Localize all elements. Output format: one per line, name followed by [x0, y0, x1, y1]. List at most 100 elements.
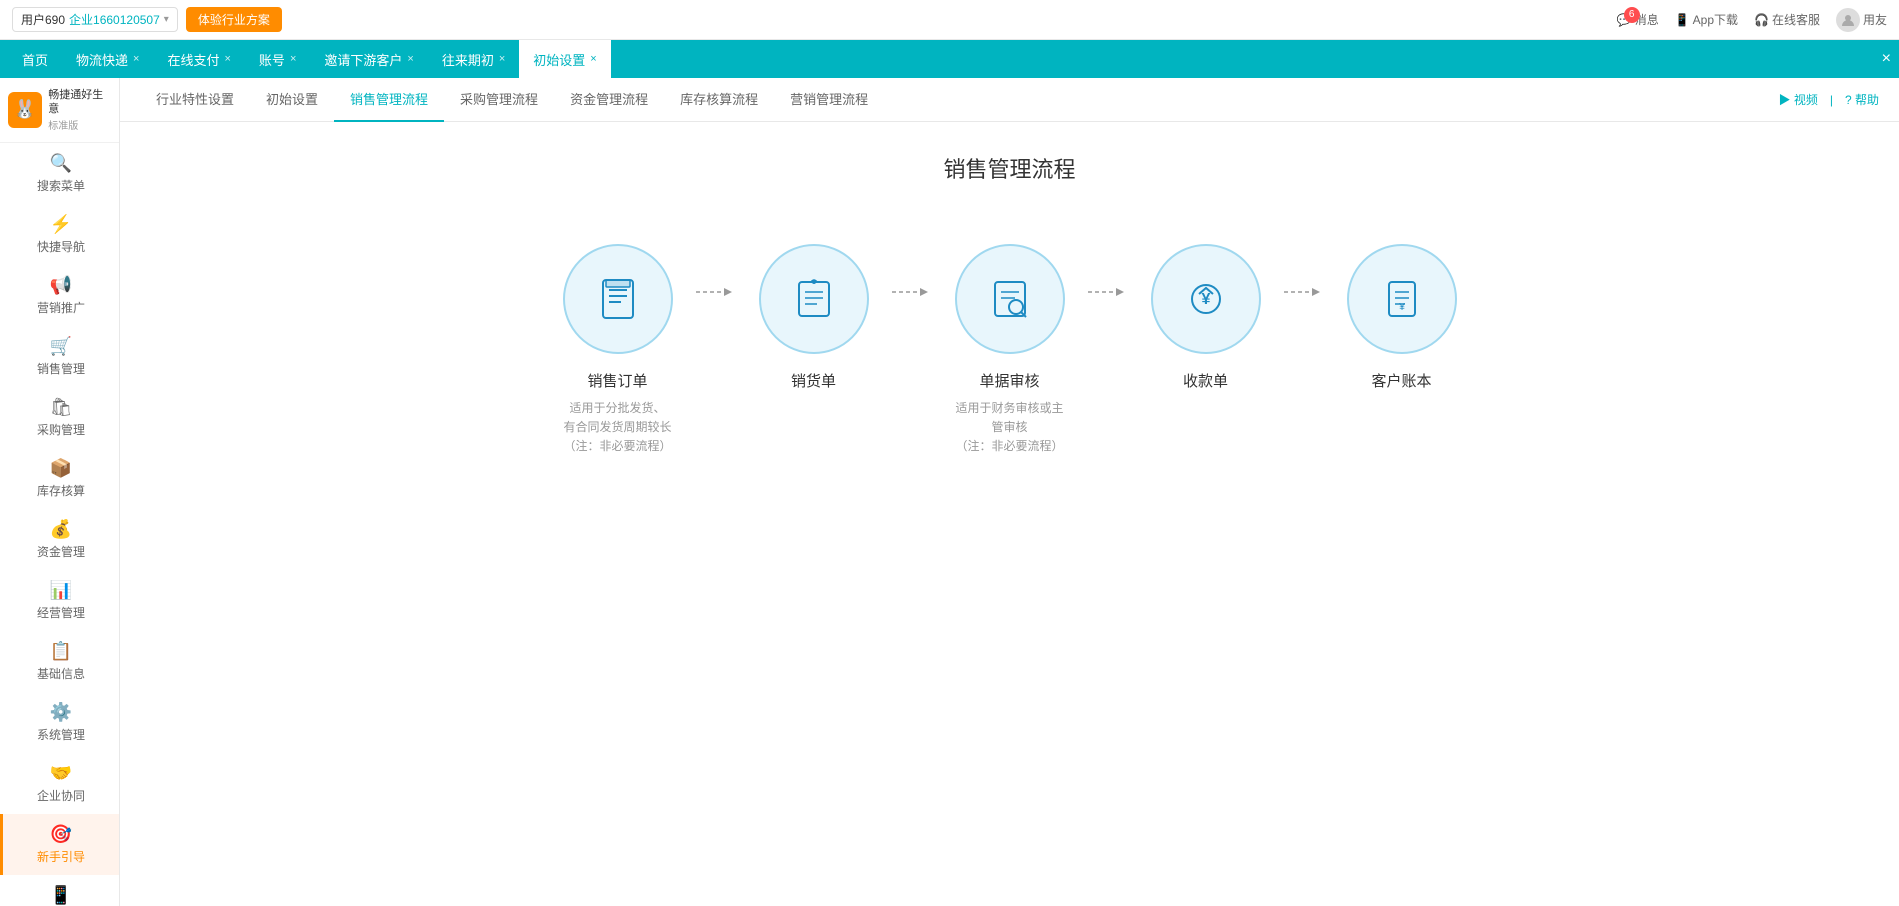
nav-tab-period-close[interactable]: ×: [499, 53, 505, 65]
step-circle-delivery: [759, 244, 869, 354]
flow-step-receipt[interactable]: ¥ 收款单: [1136, 244, 1276, 399]
system-icon: ⚙️: [50, 702, 72, 723]
quick-icon: ⚡: [50, 214, 72, 235]
sub-tab-purchase-flow[interactable]: 采购管理流程: [444, 78, 554, 122]
logo-text: 畅捷通好生意: [48, 88, 111, 117]
top-bar: 用户690 企业1660120507 ▾ 体验行业方案 💬 6 消息 📱 App…: [0, 0, 1899, 40]
nav-tab-period[interactable]: 往来期初 ×: [428, 40, 519, 78]
sidebar-item-enterprise[interactable]: 🤝 企业协同: [0, 753, 119, 814]
nav-tab-logistics[interactable]: 物流快递 ×: [62, 40, 153, 78]
service-item[interactable]: 🎧 在线客服: [1754, 11, 1820, 28]
sidebar-item-system[interactable]: ⚙️ 系统管理: [0, 692, 119, 753]
main-layout: 🐰 畅捷通好生意 标准版 🔍 搜索菜单 ⚡ 快捷导航 📢 营销推广 🛒 销售管理…: [0, 78, 1899, 906]
nav-tab-invite[interactable]: 邀请下游客户 ×: [310, 40, 427, 78]
sidebar-item-inventory[interactable]: 📦 库存核算: [0, 448, 119, 509]
sidebar-item-search-label: 搜索菜单: [37, 177, 85, 194]
trial-button[interactable]: 体验行业方案: [186, 7, 282, 32]
sidebar-item-basic[interactable]: 📋 基础信息: [0, 631, 119, 692]
top-bar-right: 💬 6 消息 📱 App下载 🎧 在线客服 用友: [1617, 8, 1887, 32]
sidebar-item-finance[interactable]: 💰 资金管理: [0, 509, 119, 570]
service-label: 在线客服: [1772, 11, 1820, 28]
nav-tab-account[interactable]: 账号 ×: [245, 40, 310, 78]
nav-tab-home-label: 首页: [22, 50, 48, 69]
nav-tab-logistics-close[interactable]: ×: [133, 53, 139, 65]
sidebar-item-appcenter[interactable]: 📱 应用中心: [0, 875, 119, 906]
sidebar-item-purchase-label: 采购管理: [37, 421, 85, 438]
sidebar-logo: 🐰 畅捷通好生意 标准版: [0, 78, 119, 143]
nav-tab-logistics-label: 物流快递: [76, 50, 128, 69]
appcenter-icon: 📱: [50, 885, 72, 906]
sidebar-item-purchase[interactable]: 🛍 采购管理: [0, 387, 119, 448]
video-link[interactable]: ▶ 视频: [1778, 91, 1817, 108]
flow-content: 销售管理流程 销售订单 适用于分批发货、有合同发货周期较长（: [120, 122, 1899, 906]
sidebar-item-search[interactable]: 🔍 搜索菜单: [0, 143, 119, 204]
inventory-icon: 📦: [50, 458, 72, 479]
sidebar-item-operation[interactable]: 📊 经营管理: [0, 570, 119, 631]
step-circle-receipt: ¥: [1151, 244, 1261, 354]
step-name-customer-account: 客户账本: [1371, 370, 1431, 391]
step-name-delivery: 销货单: [791, 370, 836, 391]
divider: |: [1830, 93, 1833, 107]
nav-tab-payment-close[interactable]: ×: [224, 53, 230, 65]
app-download-item[interactable]: 📱 App下载: [1675, 11, 1738, 28]
step-name-receipt: 收款单: [1183, 370, 1228, 391]
search-icon: 🔍: [50, 153, 72, 174]
step-name-review: 单据审核: [979, 370, 1039, 391]
app-label: App下载: [1693, 11, 1738, 28]
nav-tabs-bar: 首页 物流快递 × 在线支付 × 账号 × 邀请下游客户 × 往来期初 × 初始…: [0, 40, 1899, 78]
sidebar-item-sales-label: 销售管理: [37, 360, 85, 377]
chevron-down-icon: ▾: [164, 14, 169, 25]
logo-badge: 标准版: [48, 117, 111, 132]
user-avatar-item[interactable]: 用友: [1836, 8, 1887, 32]
sub-tab-sales-flow-label: 销售管理流程: [350, 89, 428, 108]
flow-arrow-1: [696, 244, 736, 300]
flow-step-delivery[interactable]: 销货单: [744, 244, 884, 399]
sidebar-item-quick[interactable]: ⚡ 快捷导航: [0, 204, 119, 265]
sub-tab-sales-flow[interactable]: 销售管理流程: [334, 78, 444, 122]
sidebar-item-marketing-label: 营销推广: [37, 299, 85, 316]
sidebar-item-enterprise-label: 企业协同: [37, 787, 85, 804]
sub-tab-marketing-flow-label: 营销管理流程: [790, 89, 868, 108]
top-bar-left: 用户690 企业1660120507 ▾ 体验行业方案: [12, 7, 282, 32]
sub-tab-initial[interactable]: 初始设置: [250, 78, 334, 122]
flow-step-review[interactable]: 单据审核 适用于财务审核或主管审核（注：非必要流程）: [940, 244, 1080, 457]
nav-bar-close-icon[interactable]: ×: [1882, 50, 1891, 68]
purchase-icon: 🛍: [50, 397, 73, 418]
sub-tab-purchase-flow-label: 采购管理流程: [460, 89, 538, 108]
nav-tab-init-close[interactable]: ×: [590, 53, 596, 65]
sidebar: 🐰 畅捷通好生意 标准版 🔍 搜索菜单 ⚡ 快捷导航 📢 营销推广 🛒 销售管理…: [0, 78, 120, 906]
sidebar-item-marketing[interactable]: 📢 营销推广: [0, 265, 119, 326]
nav-tab-account-close[interactable]: ×: [290, 53, 296, 65]
play-icon: ▶: [1778, 93, 1790, 107]
message-item[interactable]: 💬 6 消息: [1617, 11, 1659, 28]
sub-tab-marketing-flow[interactable]: 营销管理流程: [774, 78, 884, 122]
nav-tab-payment[interactable]: 在线支付 ×: [153, 40, 244, 78]
basic-icon: 📋: [50, 641, 72, 662]
sub-tabs-right: ▶ 视频 | ? 帮助: [1778, 91, 1879, 108]
guide-icon: 🎯: [50, 824, 72, 845]
flow-step-sales-order[interactable]: 销售订单 适用于分批发货、有合同发货周期较长（注：非必要流程）: [548, 244, 688, 457]
video-label: 视频: [1794, 93, 1818, 107]
sub-tab-finance-flow[interactable]: 资金管理流程: [554, 78, 664, 122]
sub-tab-industry[interactable]: 行业特性设置: [140, 78, 250, 122]
nav-tab-period-label: 往来期初: [442, 50, 494, 69]
step-circle-review: [955, 244, 1065, 354]
nav-tab-home[interactable]: 首页: [8, 40, 62, 78]
nav-tab-invite-close[interactable]: ×: [407, 53, 413, 65]
sidebar-item-guide[interactable]: 🎯 新手引导: [0, 814, 119, 875]
flow-steps: 销售订单 适用于分批发货、有合同发货周期较长（注：非必要流程）: [160, 244, 1859, 457]
sidebar-item-inventory-label: 库存核算: [37, 482, 85, 499]
svg-text:¥: ¥: [1398, 302, 1405, 313]
finance-icon: 💰: [50, 519, 72, 540]
help-link[interactable]: ? 帮助: [1845, 91, 1879, 108]
sidebar-item-operation-label: 经营管理: [37, 604, 85, 621]
logo-icon: 🐰: [8, 92, 42, 128]
message-badge-wrap: 💬 6: [1617, 13, 1632, 27]
nav-tab-init[interactable]: 初始设置 ×: [519, 40, 610, 78]
flow-step-customer-account[interactable]: ¥ 客户账本: [1332, 244, 1472, 399]
user-selector[interactable]: 用户690 企业1660120507 ▾: [12, 7, 178, 32]
sub-tab-inventory-flow[interactable]: 库存核算流程: [664, 78, 774, 122]
sidebar-item-finance-label: 资金管理: [37, 543, 85, 560]
sidebar-item-sales[interactable]: 🛒 销售管理: [0, 326, 119, 387]
nav-tab-invite-label: 邀请下游客户: [324, 50, 402, 69]
